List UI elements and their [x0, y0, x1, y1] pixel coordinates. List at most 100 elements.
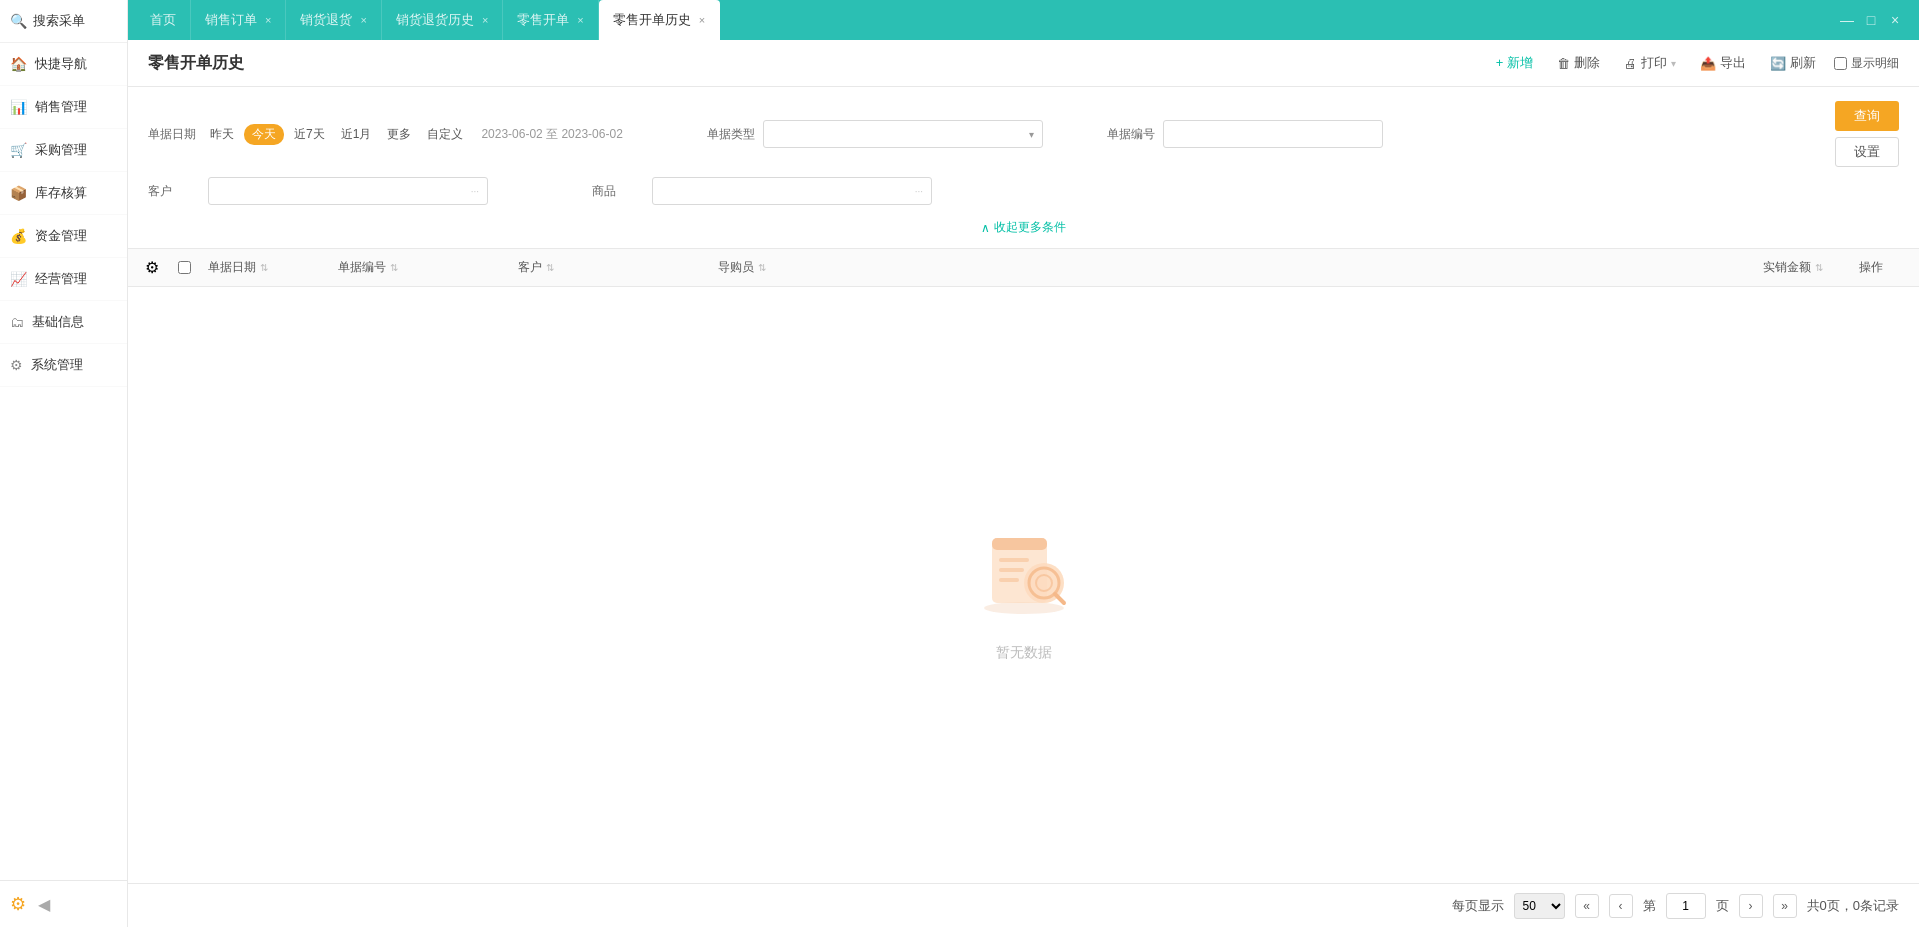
home-icon: 🏠 — [10, 56, 27, 72]
date-today-btn[interactable]: 今天 — [244, 124, 284, 145]
th-number[interactable]: 单据编号 ⇅ — [330, 259, 510, 276]
settings-gear-icon[interactable]: ⚙ — [145, 258, 159, 277]
first-page-button[interactable]: « — [1575, 894, 1599, 918]
content: 零售开单历史 + 新增 🗑 删除 🖨 打印 ▾ 📤 导出 — [128, 40, 1919, 927]
maximize-button[interactable]: □ — [1863, 12, 1879, 28]
date-more-btn[interactable]: 更多 — [381, 124, 417, 145]
tab-label: 零售开单 — [517, 11, 569, 29]
settings-icon[interactable]: ⚙ — [10, 893, 26, 915]
minimize-button[interactable]: — — [1839, 12, 1855, 28]
per-page-select[interactable]: 10 20 50 100 — [1514, 893, 1565, 919]
display-toggle[interactable]: 显示明细 — [1834, 55, 1899, 72]
th-guide[interactable]: 导购员 ⇅ — [710, 259, 830, 276]
delete-button[interactable]: 🗑 删除 — [1551, 50, 1606, 76]
sort-icon: ⇅ — [1815, 262, 1823, 273]
collapse-icon[interactable]: ◀ — [38, 895, 50, 914]
prev-page-button[interactable]: ‹ — [1609, 894, 1633, 918]
sidebar-item-sys-mgmt[interactable]: ⚙ 系统管理 — [0, 344, 127, 387]
sidebar: 🔍 搜索采单 🏠 快捷导航 📊 销售管理 🛒 采购管理 📦 库存核算 💰 资金管… — [0, 0, 128, 927]
last-page-button[interactable]: » — [1773, 894, 1797, 918]
tab-sales-return-history[interactable]: 销货退货历史 × — [382, 0, 503, 40]
select-all-checkbox[interactable] — [178, 261, 191, 274]
tab-retail-open-history[interactable]: 零售开单历史 × — [599, 0, 720, 40]
sidebar-item-quick-nav[interactable]: 🏠 快捷导航 — [0, 43, 127, 86]
tab-close-icon[interactable]: × — [360, 15, 366, 26]
customer-input[interactable]: ··· — [208, 177, 488, 205]
query-button[interactable]: 查询 — [1835, 101, 1899, 131]
sidebar-item-inventory[interactable]: 📦 库存核算 — [0, 172, 127, 215]
close-button[interactable]: × — [1887, 12, 1903, 28]
bill-number-label: 单据编号 — [1107, 126, 1155, 143]
tab-sales-return[interactable]: 销货退货 × — [286, 0, 381, 40]
folder-icon: 🗂 — [10, 314, 24, 330]
bill-type-label: 单据类型 — [707, 126, 755, 143]
th-date[interactable]: 单据日期 ⇅ — [200, 259, 330, 276]
display-checkbox[interactable] — [1834, 57, 1847, 70]
filter-goods: 商品 ··· — [592, 177, 932, 205]
tab-close-icon[interactable]: × — [699, 15, 705, 26]
collapse-button[interactable]: ∧ 收起更多条件 — [148, 215, 1899, 240]
tab-bar: 首页 销售订单 × 销货退货 × 销货退货历史 × 零售开单 × 零售开单历史 … — [128, 0, 1919, 40]
date-range-text: 2023-06-02 至 2023-06-02 — [481, 126, 622, 143]
per-page-label: 每页显示 — [1452, 897, 1504, 915]
bill-type-select[interactable]: ▾ — [763, 120, 1043, 148]
sort-icon: ⇅ — [758, 262, 766, 273]
tab-close-icon[interactable]: × — [482, 15, 488, 26]
gear-icon: ⚙ — [10, 357, 23, 373]
th-amount[interactable]: 实销金额 ⇅ — [1711, 259, 1831, 276]
export-button[interactable]: 📤 导出 — [1694, 50, 1752, 76]
money-icon: 💰 — [10, 228, 27, 244]
sidebar-item-label: 经营管理 — [35, 270, 87, 288]
sidebar-item-operations[interactable]: 📈 经营管理 — [0, 258, 127, 301]
window-controls: — □ × — [1839, 12, 1911, 28]
th-date-label: 单据日期 — [208, 259, 256, 276]
tab-home[interactable]: 首页 — [136, 0, 191, 40]
th-settings[interactable]: ⚙ — [136, 258, 168, 277]
new-button[interactable]: + 新增 — [1490, 50, 1539, 76]
box-icon: 📦 — [10, 185, 27, 201]
sidebar-item-sales-mgmt[interactable]: 📊 销售管理 — [0, 86, 127, 129]
collapse-label: 收起更多条件 — [994, 219, 1066, 236]
tab-close-icon[interactable]: × — [577, 15, 583, 26]
next-page-button[interactable]: › — [1739, 894, 1763, 918]
settings-button[interactable]: 设置 — [1835, 137, 1899, 167]
th-checkbox[interactable] — [168, 261, 200, 274]
page-number-input[interactable] — [1666, 893, 1706, 919]
goods-filter-label: 商品 — [592, 183, 616, 200]
tab-label: 销货退货历史 — [396, 11, 474, 29]
svg-rect-5 — [999, 578, 1019, 582]
filter-panel: 单据日期 昨天 今天 近7天 近1月 更多 自定义 2023-06-02 至 2… — [128, 87, 1919, 249]
sidebar-nav: 🏠 快捷导航 📊 销售管理 🛒 采购管理 📦 库存核算 💰 资金管理 📈 经营管… — [0, 43, 127, 880]
filter-bill-type: 单据类型 ▾ — [707, 120, 1043, 148]
date-custom-btn[interactable]: 自定义 — [421, 124, 469, 145]
tab-sales-order[interactable]: 销售订单 × — [191, 0, 286, 40]
table-header: ⚙ 单据日期 ⇅ 单据编号 ⇅ 客户 ⇅ 导购员 — [128, 249, 1919, 287]
delete-label: 删除 — [1574, 54, 1600, 72]
th-customer[interactable]: 客户 ⇅ — [510, 259, 710, 276]
print-label: 打印 — [1641, 54, 1667, 72]
page-suffix: 页 — [1716, 897, 1729, 915]
toolbar: + 新增 🗑 删除 🖨 打印 ▾ 📤 导出 🔄 刷新 — [1490, 50, 1899, 76]
refresh-button[interactable]: 🔄 刷新 — [1764, 50, 1822, 76]
date-last7-btn[interactable]: 近7天 — [288, 124, 331, 145]
sidebar-search[interactable]: 🔍 搜索采单 — [0, 0, 127, 43]
page-header: 零售开单历史 + 新增 🗑 删除 🖨 打印 ▾ 📤 导出 — [128, 40, 1919, 87]
tab-retail-open[interactable]: 零售开单 × — [503, 0, 598, 40]
print-button[interactable]: 🖨 打印 ▾ — [1618, 50, 1682, 76]
tab-label: 销售订单 — [205, 11, 257, 29]
date-last-month-btn[interactable]: 近1月 — [335, 124, 378, 145]
print-icon: 🖨 — [1624, 56, 1637, 71]
sidebar-item-label: 销售管理 — [35, 98, 87, 116]
date-yesterday-btn[interactable]: 昨天 — [204, 124, 240, 145]
sidebar-item-purchase-mgmt[interactable]: 🛒 采购管理 — [0, 129, 127, 172]
sidebar-item-finance[interactable]: 💰 资金管理 — [0, 215, 127, 258]
goods-input[interactable]: ··· — [652, 177, 932, 205]
bill-number-input[interactable] — [1163, 120, 1383, 148]
sort-icon: ⇅ — [390, 262, 398, 273]
sidebar-item-basic-info[interactable]: 🗂 基础信息 — [0, 301, 127, 344]
display-label: 显示明细 — [1851, 55, 1899, 72]
th-ops-label: 操作 — [1859, 259, 1883, 276]
total-info: 共0页，0条记录 — [1807, 897, 1899, 915]
tab-close-icon[interactable]: × — [265, 15, 271, 26]
export-label: 导出 — [1720, 54, 1746, 72]
